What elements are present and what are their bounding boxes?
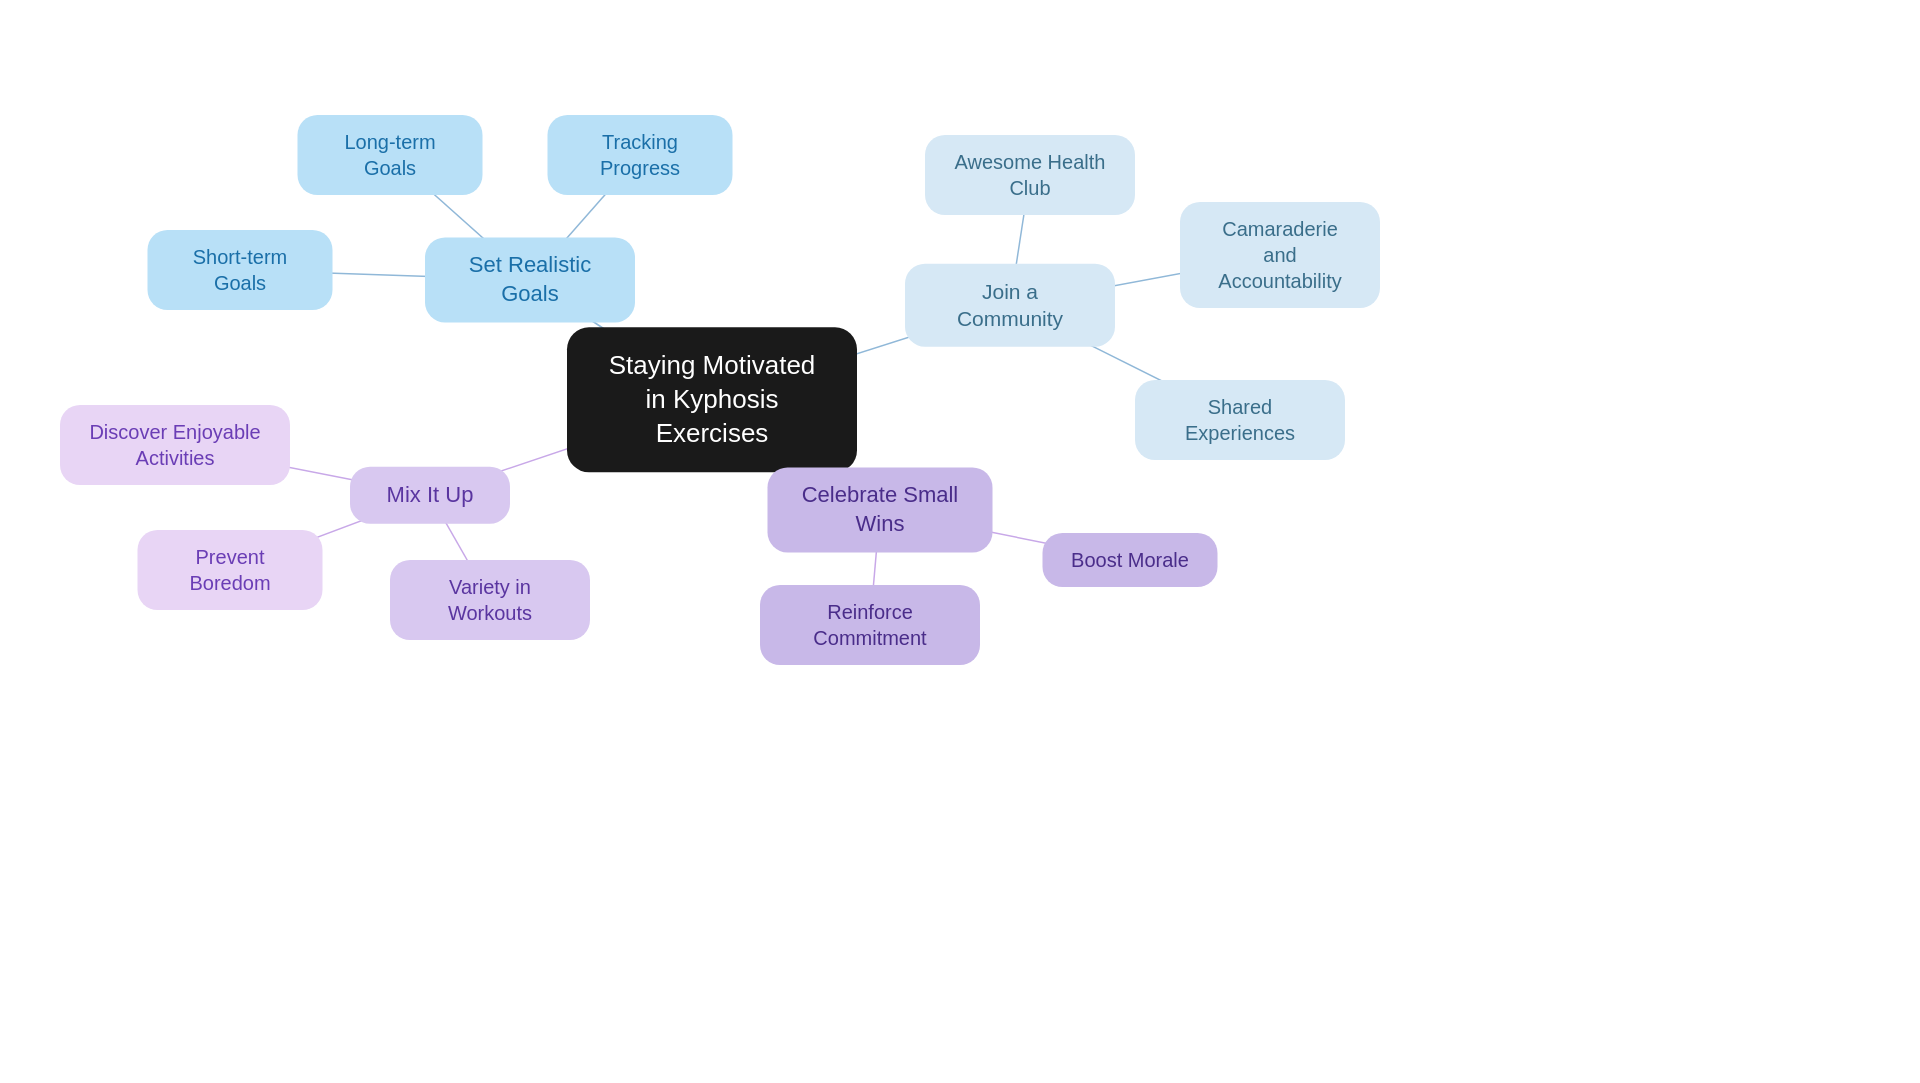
boost-morale-node: Boost Morale: [1043, 533, 1218, 587]
variety-in-workouts-node: Variety in Workouts: [390, 560, 590, 640]
celebrate-small-wins-node: Celebrate Small Wins: [768, 467, 993, 552]
join-community-node: Join a Community: [905, 264, 1115, 347]
tracking-progress-node: Tracking Progress: [548, 115, 733, 195]
awesome-health-club-node: Awesome Health Club: [925, 135, 1135, 215]
camaraderie-accountability-node: Camaraderie and Accountability: [1180, 202, 1380, 308]
set-realistic-goals-node: Set Realistic Goals: [425, 237, 635, 322]
prevent-boredom-node: Prevent Boredom: [138, 530, 323, 610]
short-term-goals-node: Short-term Goals: [148, 230, 333, 310]
mix-it-up-node: Mix It Up: [350, 467, 510, 524]
reinforce-commitment-node: Reinforce Commitment: [760, 585, 980, 665]
shared-experiences-node: Shared Experiences: [1135, 380, 1345, 460]
center-node: Staying Motivated in KyphosisExercises: [567, 327, 857, 472]
discover-enjoyable-activities-node: Discover Enjoyable Activities: [60, 405, 290, 485]
long-term-goals-node: Long-term Goals: [298, 115, 483, 195]
